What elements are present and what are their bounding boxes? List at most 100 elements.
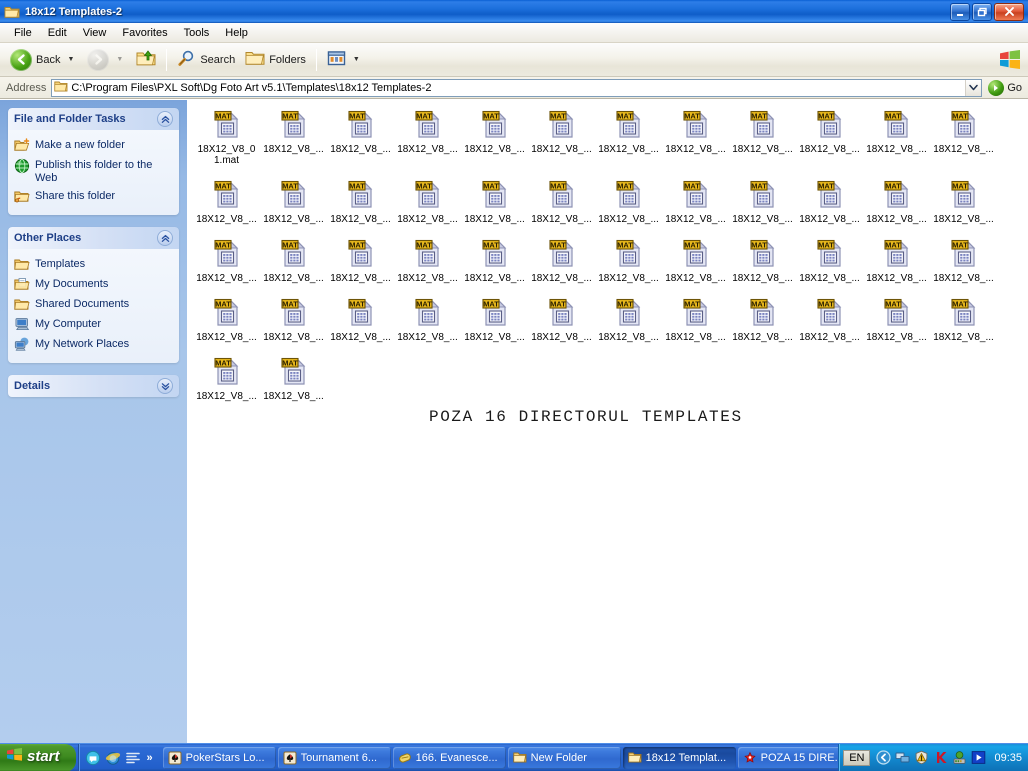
file-item[interactable]: MAT 18X12_V8_... (394, 235, 461, 284)
file-item[interactable]: MAT 18X12_V8_... (729, 294, 796, 343)
panel-header-file-and-folder-tasks[interactable]: File and Folder Tasks (8, 108, 179, 130)
file-item[interactable]: MAT 18X12_V8_... (327, 294, 394, 343)
warning-shield-icon[interactable] (914, 750, 929, 765)
file-item[interactable]: MAT 18X12_V8_... (662, 294, 729, 343)
start-button[interactable]: start (0, 743, 76, 771)
task-share-this-folder[interactable]: Share this folder (14, 187, 175, 207)
chevron-down-icon[interactable] (157, 378, 173, 394)
show-desktop-icon[interactable] (125, 750, 141, 766)
file-item[interactable]: MAT 18X12_V8_... (394, 106, 461, 166)
forward-button[interactable]: ▼ (82, 47, 131, 73)
kaspersky-k-icon[interactable] (933, 750, 948, 765)
file-item[interactable]: MAT 18X12_V8_... (394, 176, 461, 225)
network-connection-icon[interactable] (895, 750, 910, 765)
file-item[interactable]: MAT 18X12_V8_... (327, 106, 394, 166)
file-item[interactable]: MAT 18X12_V8_... (863, 176, 930, 225)
chevron-up-icon[interactable] (157, 111, 173, 127)
go-button[interactable]: Go (988, 79, 1022, 96)
file-item[interactable]: MAT 18X12_V8_... (193, 176, 260, 225)
file-item[interactable]: MAT 18X12_V8_... (260, 353, 327, 402)
file-item[interactable]: MAT 18X12_V8_... (595, 294, 662, 343)
search-button[interactable]: Search (172, 47, 240, 73)
file-item[interactable]: MAT 18X12_V8_... (260, 176, 327, 225)
file-item[interactable]: MAT 18X12_V8_... (193, 353, 260, 402)
views-dropdown-icon[interactable]: ▼ (350, 56, 363, 63)
msn-messenger-icon[interactable] (85, 750, 101, 766)
file-item[interactable]: MAT 18X12_V8_01.mat (193, 106, 260, 166)
back-button[interactable]: Back ▼ (5, 47, 82, 73)
clock[interactable]: 09:35 (990, 752, 1022, 764)
file-item[interactable]: MAT 18X12_V8_... (595, 176, 662, 225)
file-item[interactable]: MAT 18X12_V8_... (662, 176, 729, 225)
file-item[interactable]: MAT 18X12_V8_... (863, 106, 930, 166)
menu-file[interactable]: File (6, 25, 40, 41)
task-make-a-new-folder[interactable]: Make a new folder (14, 136, 175, 156)
address-dropdown-icon[interactable] (965, 79, 982, 96)
taskbar-button[interactable]: 166. Evanesce... (392, 746, 506, 769)
folders-button[interactable]: Folders (240, 47, 311, 73)
file-item[interactable]: MAT 18X12_V8_... (863, 294, 930, 343)
file-item[interactable]: MAT 18X12_V8_... (394, 294, 461, 343)
file-item[interactable]: MAT 18X12_V8_... (461, 176, 528, 225)
menu-help[interactable]: Help (217, 25, 256, 41)
file-item[interactable]: MAT 18X12_V8_... (461, 294, 528, 343)
place-my-network-places[interactable]: My Network Places (14, 335, 175, 355)
file-item[interactable]: MAT 18X12_V8_... (796, 235, 863, 284)
minimize-button[interactable] (950, 2, 970, 21)
file-item[interactable]: MAT 18X12_V8_... (528, 294, 595, 343)
menu-favorites[interactable]: Favorites (114, 25, 175, 41)
network-activity-icon[interactable] (952, 750, 967, 765)
file-list-pane[interactable]: MAT 18X12_V8_01.mat MAT 18X12_V8_... MAT 18X1… (187, 100, 1028, 743)
panel-header-details[interactable]: Details (8, 375, 179, 397)
quicklaunch-more-icon[interactable]: » (145, 752, 153, 764)
file-item[interactable]: MAT 18X12_V8_... (595, 235, 662, 284)
file-item[interactable]: MAT 18X12_V8_... (528, 176, 595, 225)
restore-button[interactable] (972, 2, 992, 21)
menu-edit[interactable]: Edit (40, 25, 75, 41)
taskbar-button[interactable]: 18x12 Templat... (622, 746, 736, 769)
file-item[interactable]: MAT 18X12_V8_... (193, 235, 260, 284)
up-button[interactable] (131, 47, 161, 73)
file-item[interactable]: MAT 18X12_V8_... (729, 176, 796, 225)
internet-explorer-icon[interactable] (105, 750, 121, 766)
menu-tools[interactable]: Tools (176, 25, 218, 41)
place-templates[interactable]: Templates (14, 255, 175, 275)
menu-view[interactable]: View (75, 25, 115, 41)
file-item[interactable]: MAT 18X12_V8_... (930, 106, 997, 166)
back-dropdown-icon[interactable]: ▼ (64, 56, 77, 63)
file-item[interactable]: MAT 18X12_V8_... (461, 106, 528, 166)
file-item[interactable]: MAT 18X12_V8_... (930, 176, 997, 225)
file-item[interactable]: MAT 18X12_V8_... (595, 106, 662, 166)
forward-dropdown-icon[interactable]: ▼ (113, 56, 126, 63)
address-input[interactable]: C:\Program Files\PXL Soft\Dg Foto Art v5… (51, 78, 983, 97)
task-publish-this-folder-to-the-web[interactable]: Publish this folder to the Web (14, 156, 175, 187)
file-item[interactable]: MAT 18X12_V8_... (327, 176, 394, 225)
media-player-icon[interactable] (971, 750, 986, 765)
taskbar-button[interactable]: POZA 15 DIRE... (737, 746, 839, 769)
show-hidden-icons-chevron[interactable] (876, 750, 892, 765)
panel-header-other-places[interactable]: Other Places (8, 227, 179, 249)
place-shared-documents[interactable]: Shared Documents (14, 295, 175, 315)
taskbar-button[interactable]: PokerStars Lo... (162, 746, 276, 769)
file-item[interactable]: MAT 18X12_V8_... (863, 235, 930, 284)
close-button[interactable] (994, 2, 1024, 21)
file-item[interactable]: MAT 18X12_V8_... (930, 294, 997, 343)
file-item[interactable]: MAT 18X12_V8_... (260, 235, 327, 284)
file-item[interactable]: MAT 18X12_V8_... (796, 106, 863, 166)
language-indicator[interactable]: EN (843, 749, 871, 766)
file-item[interactable]: MAT 18X12_V8_... (327, 235, 394, 284)
file-item[interactable]: MAT 18X12_V8_... (662, 235, 729, 284)
taskbar-button[interactable]: New Folder (507, 746, 621, 769)
chevron-up-icon[interactable] (157, 230, 173, 246)
file-item[interactable]: MAT 18X12_V8_... (528, 235, 595, 284)
place-my-computer[interactable]: My Computer (14, 315, 175, 335)
file-item[interactable]: MAT 18X12_V8_... (796, 294, 863, 343)
file-item[interactable]: MAT 18X12_V8_... (662, 106, 729, 166)
place-my-documents[interactable]: My Documents (14, 275, 175, 295)
file-item[interactable]: MAT 18X12_V8_... (729, 235, 796, 284)
file-item[interactable]: MAT 18X12_V8_... (528, 106, 595, 166)
file-item[interactable]: MAT 18X12_V8_... (260, 106, 327, 166)
file-item[interactable]: MAT 18X12_V8_... (461, 235, 528, 284)
taskbar-button[interactable]: Tournament 6... (277, 746, 391, 769)
file-item[interactable]: MAT 18X12_V8_... (729, 106, 796, 166)
